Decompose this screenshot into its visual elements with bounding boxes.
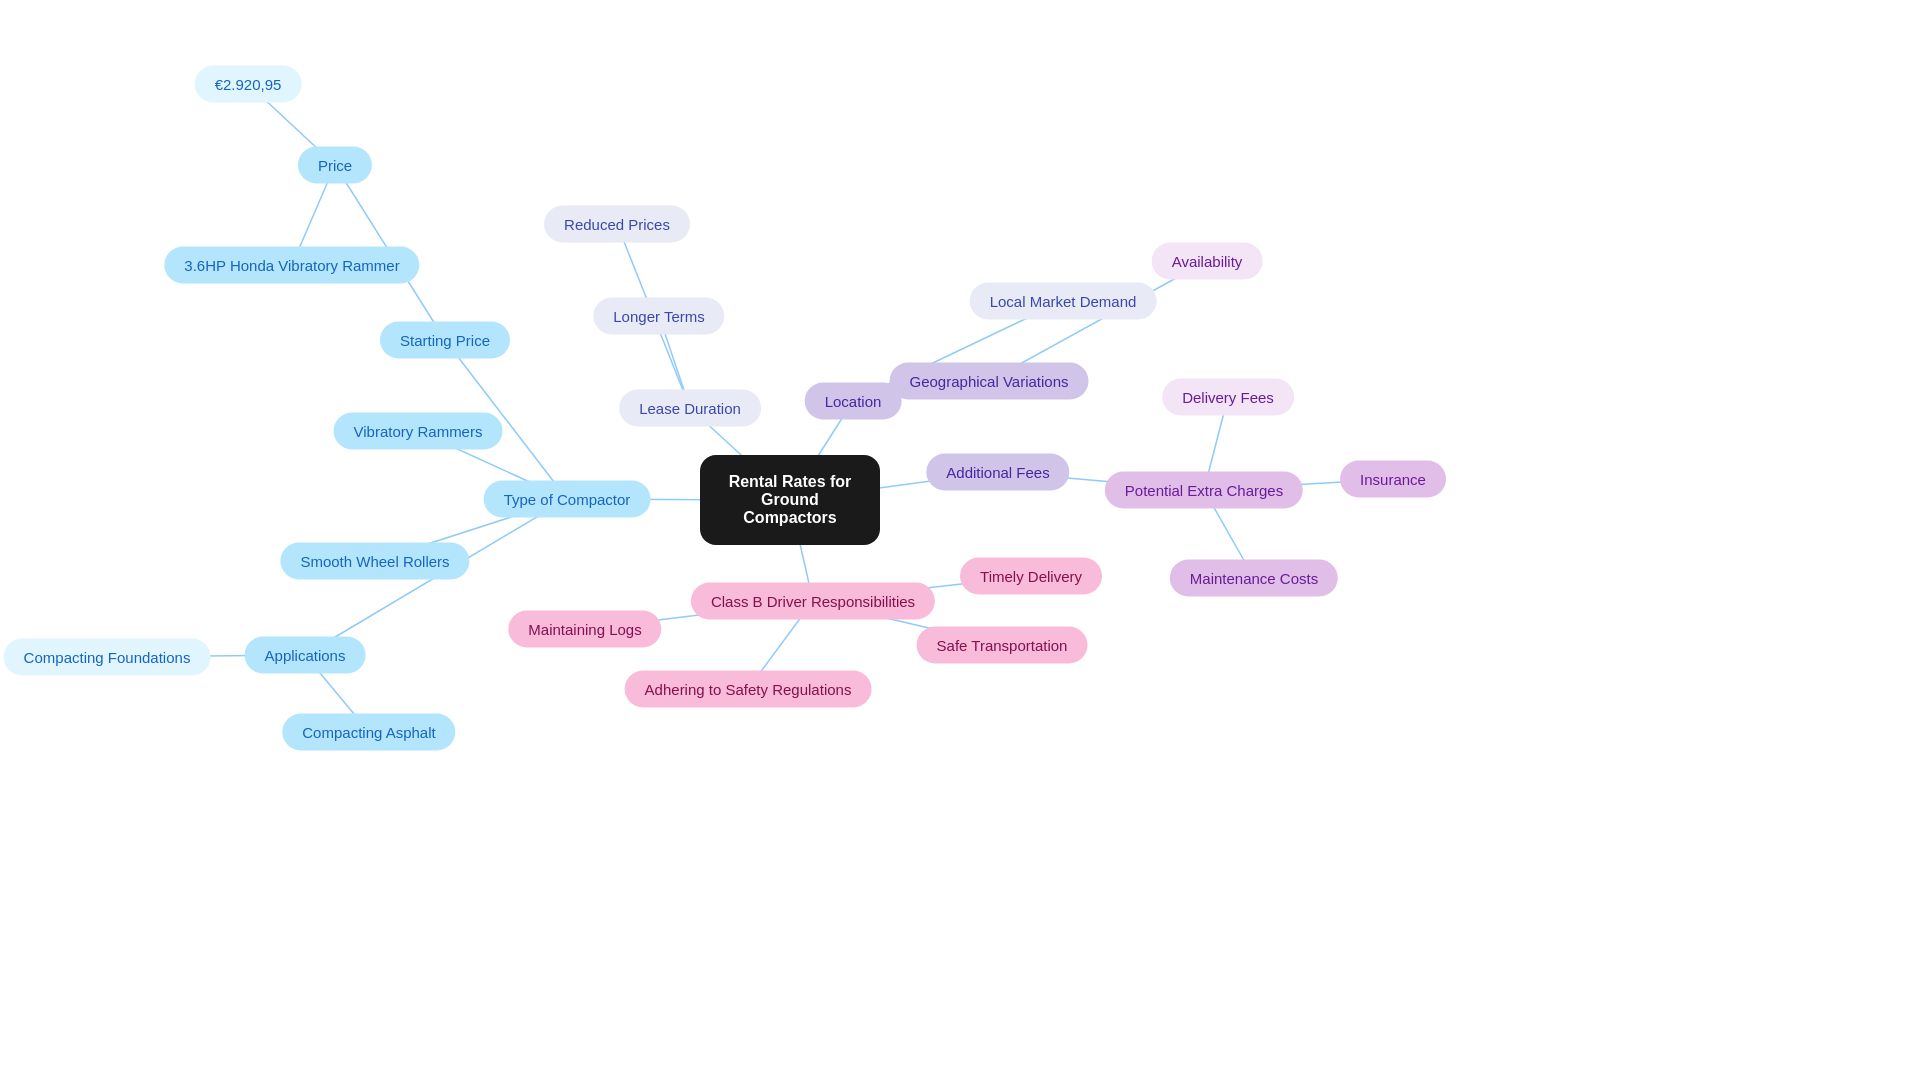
node-longer_terms: Longer Terms xyxy=(593,298,724,335)
node-starting_price: Starting Price xyxy=(380,322,510,359)
node-compacting_asphalt: Compacting Asphalt xyxy=(282,714,455,751)
node-applications: Applications xyxy=(245,637,366,674)
node-timely_delivery: Timely Delivery xyxy=(960,558,1102,595)
mindmap-container: Rental Rates for Ground Compactors Price €… xyxy=(0,0,1920,1083)
node-maintaining_logs: Maintaining Logs xyxy=(508,611,661,648)
node-vibratory_rammers: Vibratory Rammers xyxy=(334,413,503,450)
node-compacting_foundations: Compacting Foundations xyxy=(4,639,211,676)
node-availability: Availability xyxy=(1152,243,1263,280)
node-additional_fees: Additional Fees xyxy=(926,454,1069,491)
node-euro_price: €2.920,95 xyxy=(195,66,302,103)
node-honda: 3.6HP Honda Vibratory Rammer xyxy=(164,247,419,284)
node-center: Rental Rates for Ground Compactors xyxy=(700,455,880,545)
node-location: Location xyxy=(805,383,902,420)
node-reduced_prices: Reduced Prices xyxy=(544,206,690,243)
node-potential_extra_charges: Potential Extra Charges xyxy=(1105,472,1303,509)
node-insurance: Insurance xyxy=(1340,461,1446,498)
node-delivery_fees: Delivery Fees xyxy=(1162,379,1294,416)
node-type_of_compactor: Type of Compactor xyxy=(484,481,651,518)
node-price: Price xyxy=(298,147,372,184)
node-lease_duration: Lease Duration xyxy=(619,390,761,427)
node-maintenance_costs: Maintenance Costs xyxy=(1170,560,1338,597)
connections-svg xyxy=(0,0,1920,1083)
node-class_b_driver: Class B Driver Responsibilities xyxy=(691,583,935,620)
node-geographical_variations: Geographical Variations xyxy=(890,363,1089,400)
node-smooth_wheel: Smooth Wheel Rollers xyxy=(280,543,469,580)
node-safe_transportation: Safe Transportation xyxy=(917,627,1088,664)
node-adhering_safety: Adhering to Safety Regulations xyxy=(625,671,872,708)
node-local_market_demand: Local Market Demand xyxy=(970,283,1157,320)
